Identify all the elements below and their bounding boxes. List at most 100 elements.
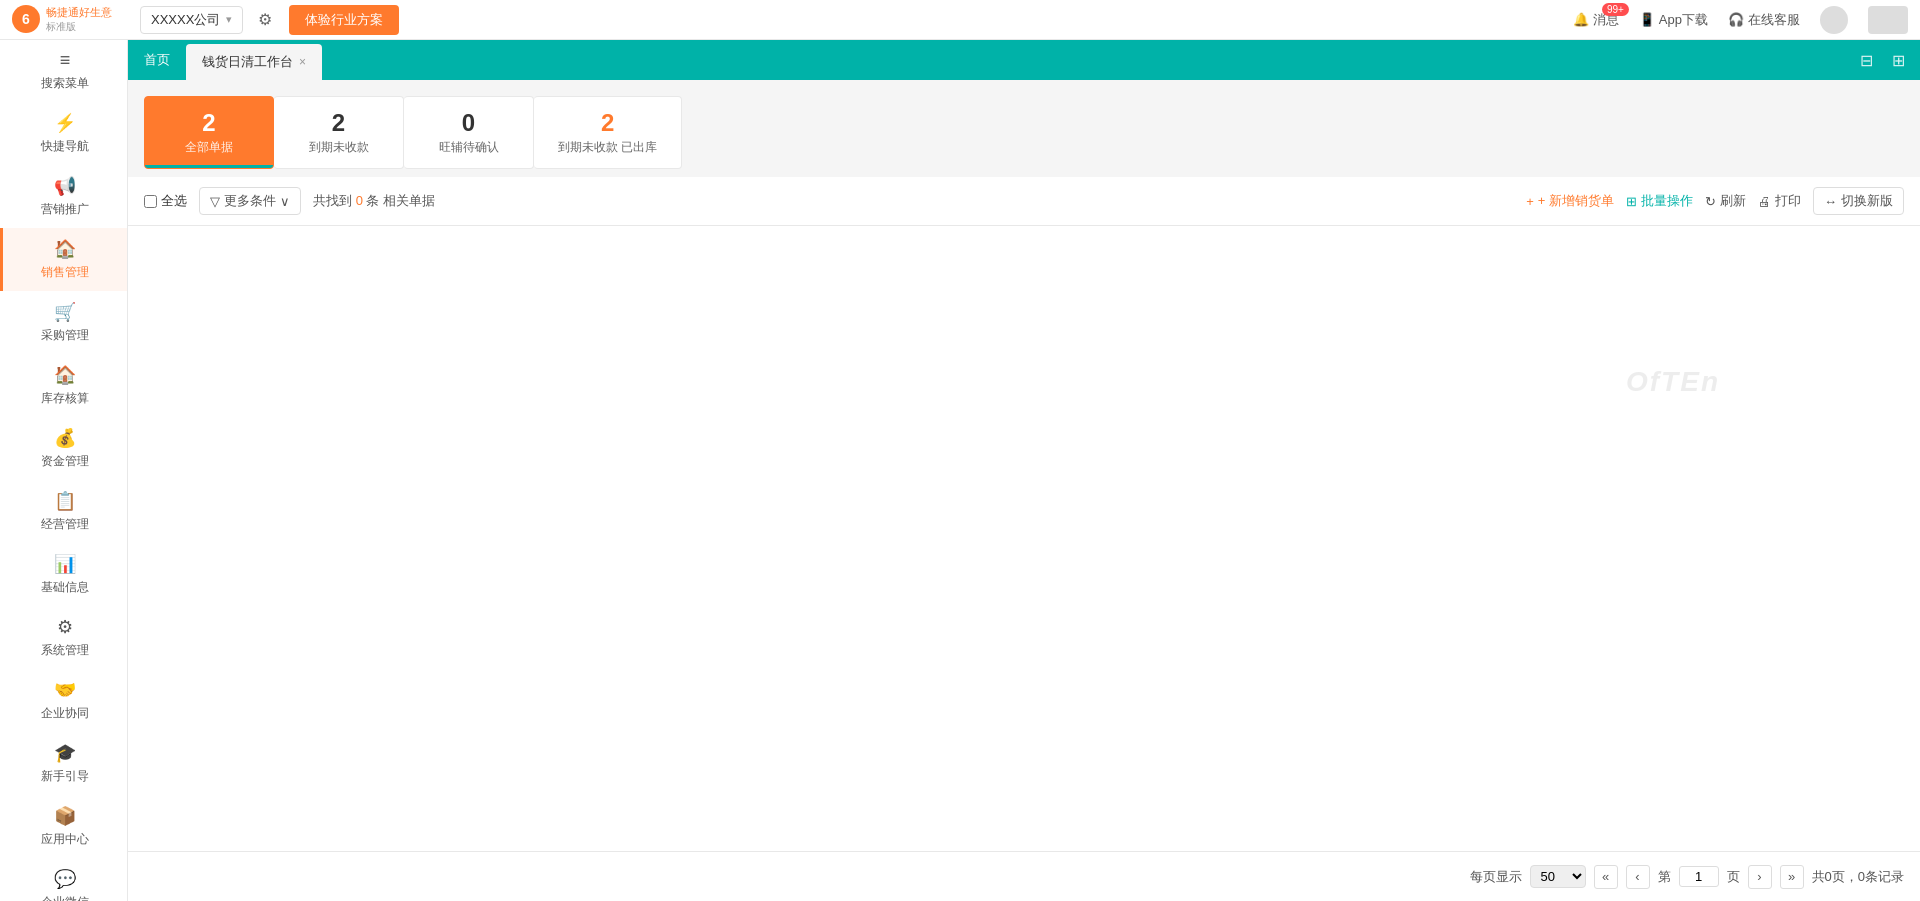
company-selector[interactable]: XXXXX公司 ▾: [140, 6, 243, 34]
user-menu[interactable]: [1868, 6, 1908, 34]
prev-page-button[interactable]: ‹: [1626, 865, 1650, 889]
system-icon: ⚙: [57, 616, 73, 638]
weixin-icon: 💬: [54, 868, 76, 890]
print-icon: 🖨: [1758, 194, 1771, 209]
new-btn-label: + 新增销货单: [1538, 192, 1614, 210]
sidebar-item-weixin[interactable]: 💬 企业微信: [0, 858, 127, 901]
sidebar-label-marketing: 营销推广: [41, 201, 89, 218]
sales-icon: 🏠: [54, 238, 76, 260]
logo-name: 畅捷通好生意: [46, 5, 112, 19]
count-text: 共找到 0 条 相关单据: [313, 192, 435, 210]
sidebar-item-quick-nav[interactable]: ⚡ 快捷导航: [0, 102, 127, 165]
home-tab[interactable]: 首页: [128, 40, 186, 80]
switch-new-version-button[interactable]: ↔ 切换新版: [1813, 187, 1904, 215]
last-page-icon: »: [1788, 869, 1795, 884]
next-page-icon: ›: [1757, 869, 1761, 884]
filter-icon: ▽: [210, 194, 220, 209]
settings-icon[interactable]: ⚙: [251, 6, 279, 34]
sidebar-item-search-menu[interactable]: ≡ 搜索菜单: [0, 40, 127, 102]
guide-icon: 🎓: [54, 742, 76, 764]
next-page-button[interactable]: ›: [1748, 865, 1772, 889]
workbench-tab[interactable]: 钱货日清工作台 ×: [186, 44, 322, 80]
switch-label: 切换新版: [1841, 192, 1893, 210]
service-icon: 🎧: [1728, 12, 1744, 27]
search-menu-icon: ≡: [60, 50, 71, 71]
workbench-tab-label: 钱货日清工作台: [202, 53, 293, 71]
stat-overdue[interactable]: 2 到期未收款: [274, 96, 404, 169]
sidebar-label-system: 系统管理: [41, 642, 89, 659]
page-label: 第: [1658, 868, 1671, 886]
select-all-checkbox-group: 全选: [144, 192, 187, 210]
refresh-icon: ↻: [1705, 194, 1716, 209]
pagination-bar: 每页显示 50 100 200 « ‹ 第 页 ›: [128, 851, 1920, 901]
sidebar-label-operations: 经营管理: [41, 516, 89, 533]
sidebar-label-quick-nav: 快捷导航: [41, 138, 89, 155]
header-right: 🔔 消息 99+ 📱 App下载 🎧 在线客服: [1573, 6, 1908, 34]
count-prefix: 共找到: [313, 193, 352, 208]
stat-overdue-shipped[interactable]: 2 到期未收款 已出库: [534, 96, 682, 169]
tab-bar-actions: ⊟ ⊞: [1854, 48, 1920, 72]
page-content: 2 全部单据 2 到期未收款 0 旺辅待确认 2 到期未收款 已出库: [128, 80, 1920, 901]
batch-label: 批量操作: [1641, 192, 1693, 210]
switch-icon: ↔: [1824, 194, 1837, 209]
sidebar-item-purchase[interactable]: 🛒 采购管理: [0, 291, 127, 354]
stat-overdue-shipped-label: 到期未收款 已出库: [558, 139, 657, 156]
sidebar-label-weixin: 企业微信: [41, 894, 89, 901]
stat-wangpu[interactable]: 0 旺辅待确认: [404, 96, 534, 169]
logo-area: 6 畅捷通好生意 标准版: [12, 5, 140, 33]
sidebar-label-guide: 新手引导: [41, 768, 89, 785]
filter-button[interactable]: ▽ 更多条件 ∨: [199, 187, 301, 215]
sidebar-item-basic-info[interactable]: 📊 基础信息: [0, 543, 127, 606]
purchase-icon: 🛒: [54, 301, 76, 323]
batch-operation-button[interactable]: ⊞ 批量操作: [1626, 192, 1693, 210]
batch-icon: ⊞: [1626, 194, 1637, 209]
sidebar: ≡ 搜索菜单 ⚡ 快捷导航 📢 营销推广 🏠 销售管理 🛒 采购管理 🏠 库存核…: [0, 40, 128, 901]
sidebar-label-finance: 资金管理: [41, 453, 89, 470]
count-value: 0: [356, 193, 363, 208]
tab-maximize-icon[interactable]: ⊞: [1886, 48, 1910, 72]
online-service-btn[interactable]: 🎧 在线客服: [1728, 11, 1800, 29]
app-download-label: App下载: [1659, 11, 1708, 29]
per-page-select[interactable]: 50 100 200: [1530, 865, 1586, 888]
total-records-label: 共0页，0条记录: [1812, 868, 1904, 886]
top-header: 6 畅捷通好生意 标准版 XXXXX公司 ▾ ⚙ 体验行业方案 🔔 消息 99+…: [0, 0, 1920, 40]
stats-row: 2 全部单据 2 到期未收款 0 旺辅待确认 2 到期未收款 已出库: [128, 80, 1920, 177]
refresh-button[interactable]: ↻ 刷新: [1705, 192, 1746, 210]
sidebar-label-sales: 销售管理: [41, 264, 89, 281]
sidebar-item-operations[interactable]: 📋 经营管理: [0, 480, 127, 543]
page-input[interactable]: [1679, 866, 1719, 887]
sidebar-item-app-center[interactable]: 📦 应用中心: [0, 795, 127, 858]
print-button[interactable]: 🖨 打印: [1758, 192, 1801, 210]
app-center-icon: 📦: [54, 805, 76, 827]
tab-minimize-icon[interactable]: ⊟: [1854, 48, 1878, 72]
company-name: XXXXX公司: [151, 11, 220, 29]
sidebar-item-sales[interactable]: 🏠 销售管理: [0, 228, 127, 291]
sidebar-item-finance[interactable]: 💰 资金管理: [0, 417, 127, 480]
operations-icon: 📋: [54, 490, 76, 512]
toolbar: 全选 ▽ 更多条件 ∨ 共找到 0 条 相关单据 + + 新增销货单: [128, 177, 1920, 226]
avatar[interactable]: [1820, 6, 1848, 34]
select-all-checkbox[interactable]: [144, 195, 157, 208]
sidebar-item-guide[interactable]: 🎓 新手引导: [0, 732, 127, 795]
inventory-icon: 🏠: [54, 364, 76, 386]
app-download-btn[interactable]: 📱 App下载: [1639, 11, 1708, 29]
messages-btn[interactable]: 🔔 消息 99+: [1573, 11, 1619, 29]
dropdown-arrow-icon: ▾: [226, 13, 232, 26]
stat-all[interactable]: 2 全部单据: [144, 96, 274, 169]
sidebar-item-inventory[interactable]: 🏠 库存核算: [0, 354, 127, 417]
new-sales-order-button[interactable]: + + 新增销货单: [1526, 192, 1614, 210]
tab-close-icon[interactable]: ×: [299, 55, 306, 69]
count-suffix: 相关单据: [383, 193, 435, 208]
sidebar-item-enterprise[interactable]: 🤝 企业协同: [0, 669, 127, 732]
sidebar-item-system[interactable]: ⚙ 系统管理: [0, 606, 127, 669]
first-page-button[interactable]: «: [1594, 865, 1618, 889]
experience-button[interactable]: 体验行业方案: [289, 5, 399, 35]
filter-arrow-icon: ∨: [280, 194, 290, 209]
plus-icon: +: [1526, 194, 1534, 209]
sidebar-item-marketing[interactable]: 📢 营销推广: [0, 165, 127, 228]
per-page-label: 每页显示: [1470, 868, 1522, 886]
sidebar-label-inventory: 库存核算: [41, 390, 89, 407]
watermark-text: OfTEn: [1626, 366, 1720, 398]
stat-overdue-count: 2: [332, 109, 345, 137]
last-page-button[interactable]: »: [1780, 865, 1804, 889]
